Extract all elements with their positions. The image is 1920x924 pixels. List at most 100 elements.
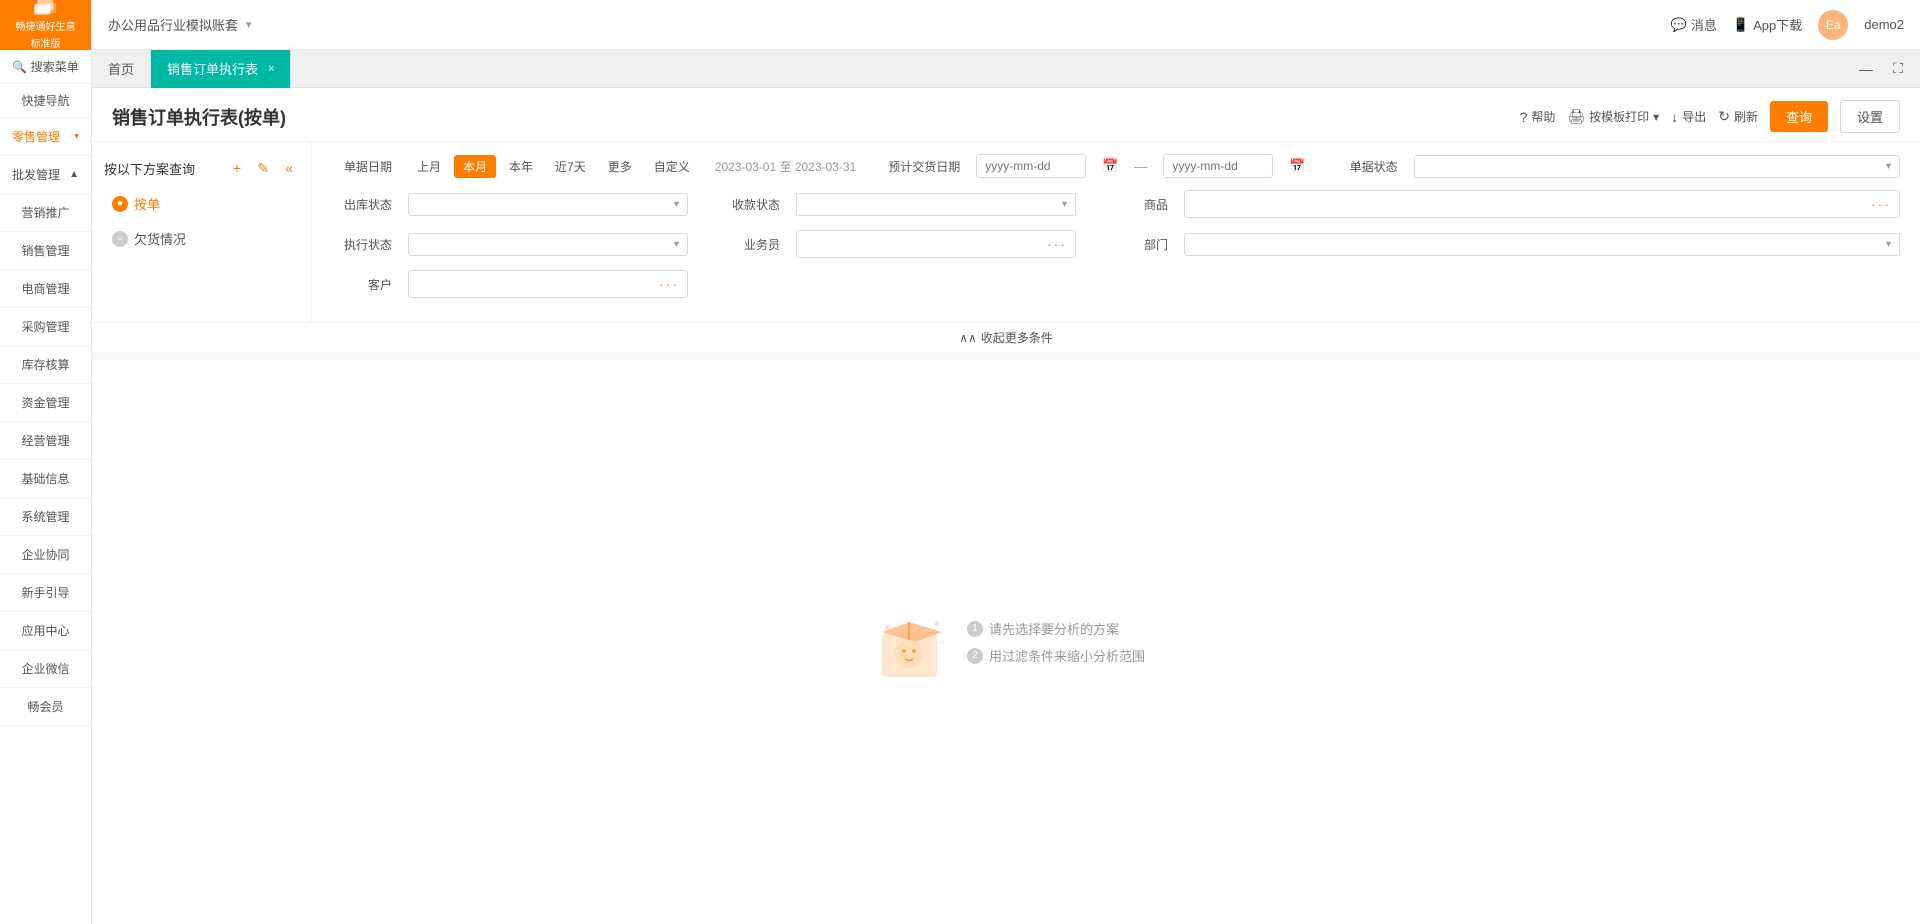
tab-bar: 首页 销售订单执行表 × — ⛶ (92, 50, 1920, 88)
empty-svg (867, 602, 957, 692)
status-dropdown-icon: ▾ (1886, 161, 1891, 172)
ship-dropdown-icon: ▾ (674, 199, 679, 210)
logo-subtitle: 标准版 (31, 35, 61, 50)
empty-hint-2: 2 用过滤条件来缩小分析范围 (967, 646, 1145, 665)
status-select[interactable]: ▾ (1414, 155, 1900, 178)
page-title: 销售订单执行表(按单) (112, 104, 286, 130)
logo-text: 畅捷通好生意 (16, 18, 76, 33)
salesperson-select[interactable]: ··· (796, 230, 1076, 258)
calendar-end-icon[interactable]: 📅 (1289, 158, 1305, 174)
collapse-panel-button[interactable]: « (279, 158, 299, 178)
expected-date-end-input[interactable] (1163, 154, 1273, 178)
content-area: 销售订单执行表(按单) ? 帮助 🖨 按模板打印 ▾ ↓ 导出 ↻ 刷新 (92, 88, 1920, 924)
add-scheme-button[interactable]: + (227, 158, 247, 178)
sidebar-item-system[interactable]: 系统管理 (0, 498, 91, 536)
sidebar-item-newcomer[interactable]: 新手引导 (0, 574, 91, 612)
filter-row-2: 出库状态 ▾ 收款状态 ▾ 商品 ··· (332, 190, 1900, 218)
scheme-active-icon: ● (112, 196, 128, 212)
date-range-text: 2023-03-01 至 2023-03-31 (715, 158, 856, 175)
sidebar-item-purchase[interactable]: 采购管理 (0, 308, 91, 346)
message-button[interactable]: 💬 消息 (1671, 15, 1717, 34)
sidebar-item-basic[interactable]: 基础信息 (0, 460, 91, 498)
filter-row-4: 客户 ··· (332, 270, 1900, 298)
date-tab-more[interactable]: 更多 (599, 155, 641, 178)
calendar-start-icon[interactable]: 📅 (1102, 158, 1118, 174)
collapse-bar[interactable]: ∧∧ 收起更多条件 (92, 322, 1920, 352)
sidebar-logo[interactable]: 畅捷通好生意 标准版 (0, 0, 91, 50)
print-button[interactable]: 🖨 按模板打印 ▾ (1567, 108, 1659, 125)
top-header: 办公用品行业模拟账套 ▾ 💬 消息 📱 App下载 Ea demo2 (92, 0, 1920, 50)
collect-status-select[interactable]: ▾ (796, 193, 1076, 216)
chevron-down-icon: ▾ (74, 131, 79, 142)
sidebar-item-search[interactable]: 🔍 搜索菜单 (0, 50, 91, 84)
breadcrumb-dropdown-icon[interactable]: ▾ (246, 18, 252, 31)
sidebar-item-inventory[interactable]: 库存核算 (0, 346, 91, 384)
dept-select[interactable]: ▾ (1184, 233, 1900, 256)
exec-status-label: 执行状态 (332, 236, 392, 253)
collect-dropdown-icon: ▾ (1062, 199, 1067, 210)
query-button[interactable]: 查询 (1770, 101, 1828, 132)
scheme-item-order[interactable]: ● 按单 (92, 186, 311, 221)
sidebar-item-marketing[interactable]: 营销推广 (0, 194, 91, 232)
help-icon: ? (1520, 109, 1528, 125)
tab-minimize-button[interactable]: — (1852, 55, 1880, 83)
date-tab-last-month[interactable]: 上月 (408, 155, 450, 178)
scheme-item-backorder[interactable]: ○ 欠货情况 (92, 221, 311, 256)
status-label: 单据状态 (1338, 158, 1398, 175)
sidebar-item-operations[interactable]: 经营管理 (0, 422, 91, 460)
sidebar-item-member[interactable]: 畅会员 (0, 688, 91, 726)
user-avatar[interactable]: Ea (1818, 10, 1848, 40)
tab-home[interactable]: 首页 (92, 50, 151, 88)
refresh-button[interactable]: ↻ 刷新 (1718, 108, 1758, 125)
sidebar-item-quick-nav[interactable]: 快捷导航 (0, 84, 91, 118)
help-button[interactable]: ? 帮助 (1520, 108, 1556, 125)
maximize-icon: ⛶ (1893, 60, 1903, 77)
product-select[interactable]: ··· (1184, 190, 1900, 218)
user-name: demo2 (1864, 17, 1904, 32)
salesperson-more-icon[interactable]: ··· (1047, 236, 1067, 252)
date-tab-this-year[interactable]: 本年 (500, 155, 542, 178)
date-tab-this-month[interactable]: 本月 (454, 155, 496, 178)
sidebar-item-ecommerce[interactable]: 电商管理 (0, 270, 91, 308)
left-panel-title: 按以下方案查询 (104, 159, 195, 178)
date-tab-last-7-days[interactable]: 近7天 (546, 155, 595, 178)
page-actions: ? 帮助 🖨 按模板打印 ▾ ↓ 导出 ↻ 刷新 查询 设置 (1520, 100, 1900, 133)
scheme-backorder-icon: ○ (112, 231, 128, 247)
salesperson-label: 业务员 (720, 236, 780, 253)
export-button[interactable]: ↓ 导出 (1671, 108, 1706, 125)
expected-date-label: 预计交货日期 (888, 158, 960, 175)
sidebar-item-enterprise[interactable]: 企业协同 (0, 536, 91, 574)
exec-status-select[interactable]: ▾ (408, 233, 688, 256)
export-icon: ↓ (1671, 109, 1678, 125)
settings-button[interactable]: 设置 (1840, 100, 1900, 133)
customer-more-icon[interactable]: ··· (659, 276, 679, 292)
tab-close-icon[interactable]: × (268, 63, 274, 75)
left-panel-icons: + ✎ « (227, 158, 299, 178)
sidebar-item-retail[interactable]: 零售管理 ▾ (0, 118, 91, 156)
search-icon: 🔍 (12, 60, 27, 74)
sidebar-item-wechat[interactable]: 企业微信 (0, 650, 91, 688)
sidebar-item-appstore[interactable]: 应用中心 (0, 612, 91, 650)
expected-date-start-input[interactable] (976, 154, 1086, 178)
scheme-order-label: 按单 (134, 194, 160, 213)
date-tab-custom[interactable]: 自定义 (645, 155, 699, 178)
app-download-button[interactable]: 📱 App下载 (1733, 15, 1802, 34)
sidebar-item-finance[interactable]: 资金管理 (0, 384, 91, 422)
ship-status-select[interactable]: ▾ (408, 193, 688, 216)
date-range-display: 2023-03-01 至 2023-03-31 (715, 158, 856, 175)
empty-illustration (867, 602, 947, 682)
download-icon: 📱 (1733, 17, 1749, 33)
customer-select[interactable]: ··· (408, 270, 688, 298)
minimize-icon: — (1859, 61, 1873, 77)
sidebar-item-wholesale[interactable]: 批发管理 ▲ (0, 156, 91, 194)
tab-active-label: 销售订单执行表 (167, 59, 258, 78)
breadcrumb: 办公用品行业模拟账套 (108, 15, 238, 34)
left-panel: 按以下方案查询 + ✎ « ● 按单 ○ 欠货情况 (92, 142, 312, 322)
tab-sales-order[interactable]: 销售订单执行表 × (151, 50, 291, 88)
sidebar-item-sales[interactable]: 销售管理 (0, 232, 91, 270)
product-more-icon[interactable]: ··· (1871, 196, 1891, 212)
edit-scheme-button[interactable]: ✎ (253, 158, 273, 178)
print-dropdown-icon: ▾ (1653, 110, 1659, 124)
print-icon: 🖨 (1567, 108, 1585, 125)
tab-maximize-button[interactable]: ⛶ (1884, 55, 1912, 83)
